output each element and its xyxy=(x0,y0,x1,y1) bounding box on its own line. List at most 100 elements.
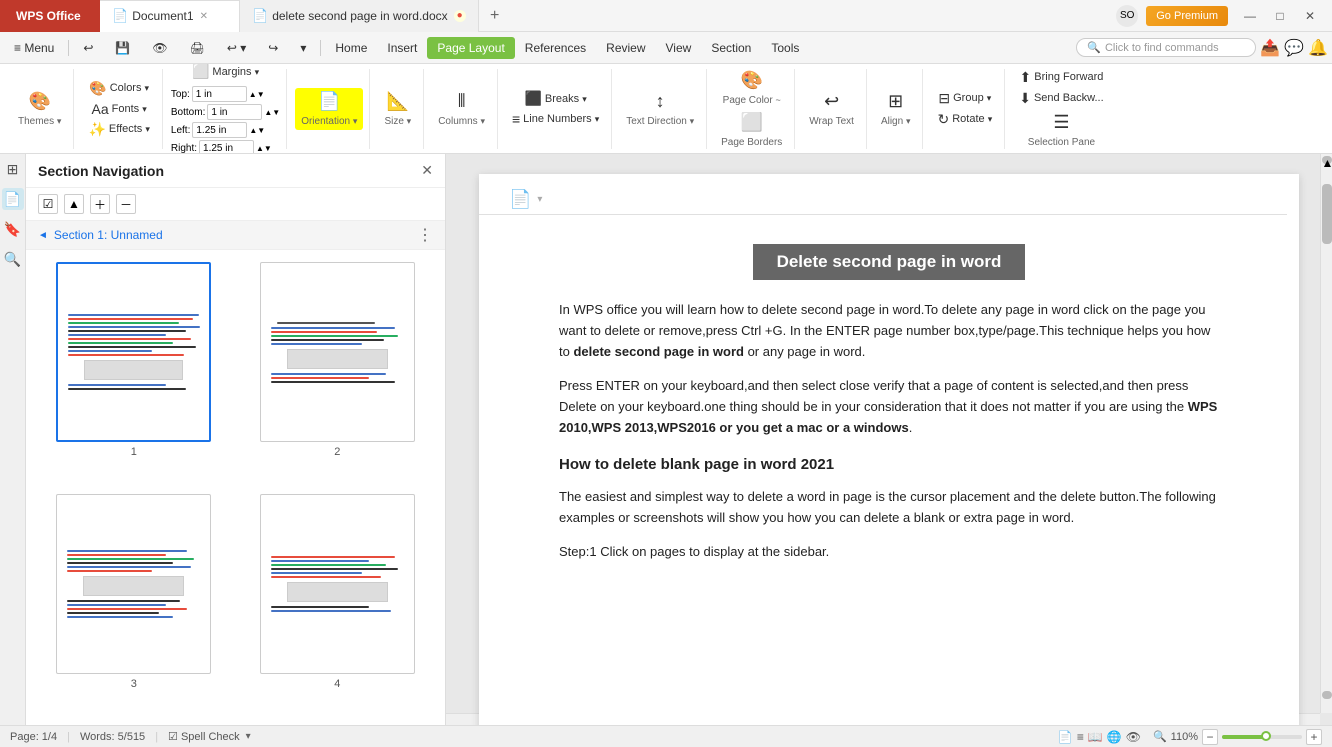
effects-button[interactable]: ✨ Effects ▾ xyxy=(82,119,155,140)
comment-icon[interactable]: 💬 xyxy=(1284,38,1304,58)
size-button[interactable]: 📐 Size ▾ xyxy=(378,88,417,130)
scroll-bottom-btn[interactable] xyxy=(1322,691,1332,699)
selection-pane-button[interactable]: ☰ Selection Pane xyxy=(1022,109,1101,151)
text-direction-group: ↕ Text Direction ▾ xyxy=(614,69,707,149)
align-group: ⊞ Align ▾ xyxy=(869,69,924,149)
margin-top-spinner[interactable]: ▲▼ xyxy=(249,90,265,99)
sidebar-home-icon[interactable]: ⊞ xyxy=(2,158,24,180)
wps-logo[interactable]: WPS Office xyxy=(0,0,100,32)
zoom-slider[interactable] xyxy=(1222,735,1302,739)
thumbnail-4[interactable]: 4 xyxy=(242,494,434,714)
view-page-icon[interactable]: 📄 xyxy=(1058,730,1073,744)
margin-top-input[interactable] xyxy=(192,86,247,102)
menu-insert[interactable]: Insert xyxy=(377,37,427,59)
bring-forward-button[interactable]: ⬆ Bring Forward xyxy=(1014,67,1110,88)
zoom-minus-button[interactable]: − xyxy=(1202,729,1218,745)
redo-button[interactable]: ↪ xyxy=(258,37,288,59)
margins-button[interactable]: ⬜ Margins ▾ xyxy=(186,64,265,82)
breaks-button[interactable]: ⬛ Breaks ▾ xyxy=(518,88,592,109)
thumbnail-box-2[interactable] xyxy=(260,262,415,442)
nav-remove-btn[interactable]: － xyxy=(116,194,136,214)
columns-button[interactable]: ⫴ Columns ▾ xyxy=(432,88,491,130)
view-focus-icon[interactable]: 👁 xyxy=(1126,730,1141,744)
notification-icon[interactable]: 🔔 xyxy=(1308,38,1328,58)
spell-check[interactable]: ☑ Spell Check xyxy=(168,730,240,743)
thumbnail-box-1[interactable] xyxy=(56,262,211,442)
colors-button[interactable]: 🎨 Colors ▾ xyxy=(83,78,155,99)
close-button[interactable]: ✕ xyxy=(1296,2,1324,30)
page-doc-icon: 📄 xyxy=(509,189,531,210)
zoom-slider-thumb[interactable] xyxy=(1261,731,1271,741)
undo2-button[interactable]: ↩ ▾ xyxy=(217,37,256,59)
document-area[interactable]: ▲ 📄 ▾ Delete second page in word In WPS … xyxy=(446,154,1332,725)
align-button[interactable]: ⊞ Align ▾ xyxy=(875,88,917,130)
status-bar: Page: 1/4 | Words: 5/515 | ☑ Spell Check… xyxy=(0,725,1332,747)
vertical-scrollbar[interactable]: ▲ xyxy=(1320,154,1332,713)
doc-step-1: Step:1 Click on pages to display at the … xyxy=(559,542,1219,563)
group-button[interactable]: ⊟ Group ▾ xyxy=(932,88,997,109)
page-color-button[interactable]: 🎨 Page Color ~ xyxy=(717,67,787,109)
section-1-item[interactable]: ◄ Section 1: Unnamed ⋮ xyxy=(26,221,445,250)
text-direction-button[interactable]: ↕ Text Direction ▾ xyxy=(620,88,700,130)
go-premium-button[interactable]: Go Premium xyxy=(1146,6,1228,26)
view-outline-icon[interactable]: ≡ xyxy=(1077,730,1084,744)
view-web-icon[interactable]: 🌐 xyxy=(1107,730,1122,744)
sidebar-bookmarks-icon[interactable]: 🔖 xyxy=(2,218,24,240)
nav-up-btn[interactable]: ▲ xyxy=(64,194,84,214)
margin-right-spinner[interactable]: ▲▼ xyxy=(256,144,272,153)
sidebar-pages-icon[interactable]: 📄 xyxy=(2,188,24,210)
zoom-plus-button[interactable]: + xyxy=(1306,729,1322,745)
menu-references[interactable]: References xyxy=(515,37,596,59)
maximize-button[interactable]: □ xyxy=(1266,2,1294,30)
save-button[interactable]: 💾 xyxy=(105,37,140,59)
wrap-text-button[interactable]: ↩ Wrap Text xyxy=(803,88,860,130)
v-scroll-thumb[interactable] xyxy=(1322,184,1332,244)
section-1-more[interactable]: ⋮ xyxy=(417,225,433,245)
doc1-close[interactable]: ✕ xyxy=(200,11,208,22)
orientation-button[interactable]: 📄 Orientation ▾ xyxy=(295,88,363,130)
new-tab-button[interactable]: + xyxy=(479,0,511,32)
minimize-button[interactable]: — xyxy=(1236,2,1264,30)
print-button[interactable]: 🖨 xyxy=(180,37,215,59)
text-direction-icon: ↕ xyxy=(656,91,665,112)
margin-left-input[interactable] xyxy=(192,122,247,138)
undo-button[interactable]: ↩ xyxy=(73,37,103,59)
nav-checkbox-btn[interactable]: ☑ xyxy=(38,194,58,214)
menu-section[interactable]: Section xyxy=(701,37,761,59)
thumbnail-2[interactable]: 2 xyxy=(242,262,434,482)
margin-bottom-spinner[interactable]: ▲▼ xyxy=(264,108,280,117)
thumbnail-box-4[interactable] xyxy=(260,494,415,674)
themes-button[interactable]: 🎨 Themes ▾ xyxy=(12,88,67,130)
share-icon[interactable]: 📤 xyxy=(1260,38,1280,58)
menu-home[interactable]: Home xyxy=(325,37,377,59)
rotate-button[interactable]: ↻ Rotate ▾ xyxy=(931,109,998,130)
menu-hamburger[interactable]: ≡ Menu xyxy=(4,37,64,59)
doc2-tab[interactable]: 📄 delete second page in word.docx ● xyxy=(240,0,479,32)
search-bar[interactable]: 🔍 Click to find commands xyxy=(1076,38,1256,57)
thumbnail-3[interactable]: 3 xyxy=(38,494,230,714)
margin-left-spinner[interactable]: ▲▼ xyxy=(249,126,265,135)
margin-bottom-input[interactable] xyxy=(207,104,262,120)
doc1-tab[interactable]: 📄 Document1 ✕ xyxy=(100,0,240,32)
margin-right-input[interactable] xyxy=(199,140,254,154)
scroll-top-btn[interactable]: ▲ xyxy=(1322,156,1332,164)
redo-arrow[interactable]: ▾ xyxy=(290,37,316,59)
menu-tools[interactable]: Tools xyxy=(761,37,809,59)
spell-check-arrow[interactable]: ▾ xyxy=(246,731,251,742)
nav-add-btn[interactable]: ＋ xyxy=(90,194,110,214)
menu-page-layout[interactable]: Page Layout xyxy=(427,37,514,59)
send-backward-button[interactable]: ⬇ Send Backw... xyxy=(1013,88,1109,109)
page-borders-button[interactable]: ⬜ Page Borders xyxy=(715,109,788,151)
view-read-icon[interactable]: 📖 xyxy=(1088,730,1103,744)
search-icon: 🔍 xyxy=(1087,41,1101,54)
line-numbers-button[interactable]: ≡ Line Numbers ▾ xyxy=(506,109,605,129)
menu-view[interactable]: View xyxy=(656,37,702,59)
menu-review[interactable]: Review xyxy=(596,37,655,59)
section-nav-close-button[interactable]: ✕ xyxy=(421,162,433,179)
fonts-button[interactable]: Aa Fonts ▾ xyxy=(86,99,153,119)
print-preview-button[interactable]: 👁 xyxy=(142,37,177,59)
thumbnail-box-3[interactable] xyxy=(56,494,211,674)
user-avatar[interactable]: SO xyxy=(1116,5,1138,27)
thumbnail-1[interactable]: 1 xyxy=(38,262,230,482)
sidebar-search-icon[interactable]: 🔍 xyxy=(2,248,24,270)
